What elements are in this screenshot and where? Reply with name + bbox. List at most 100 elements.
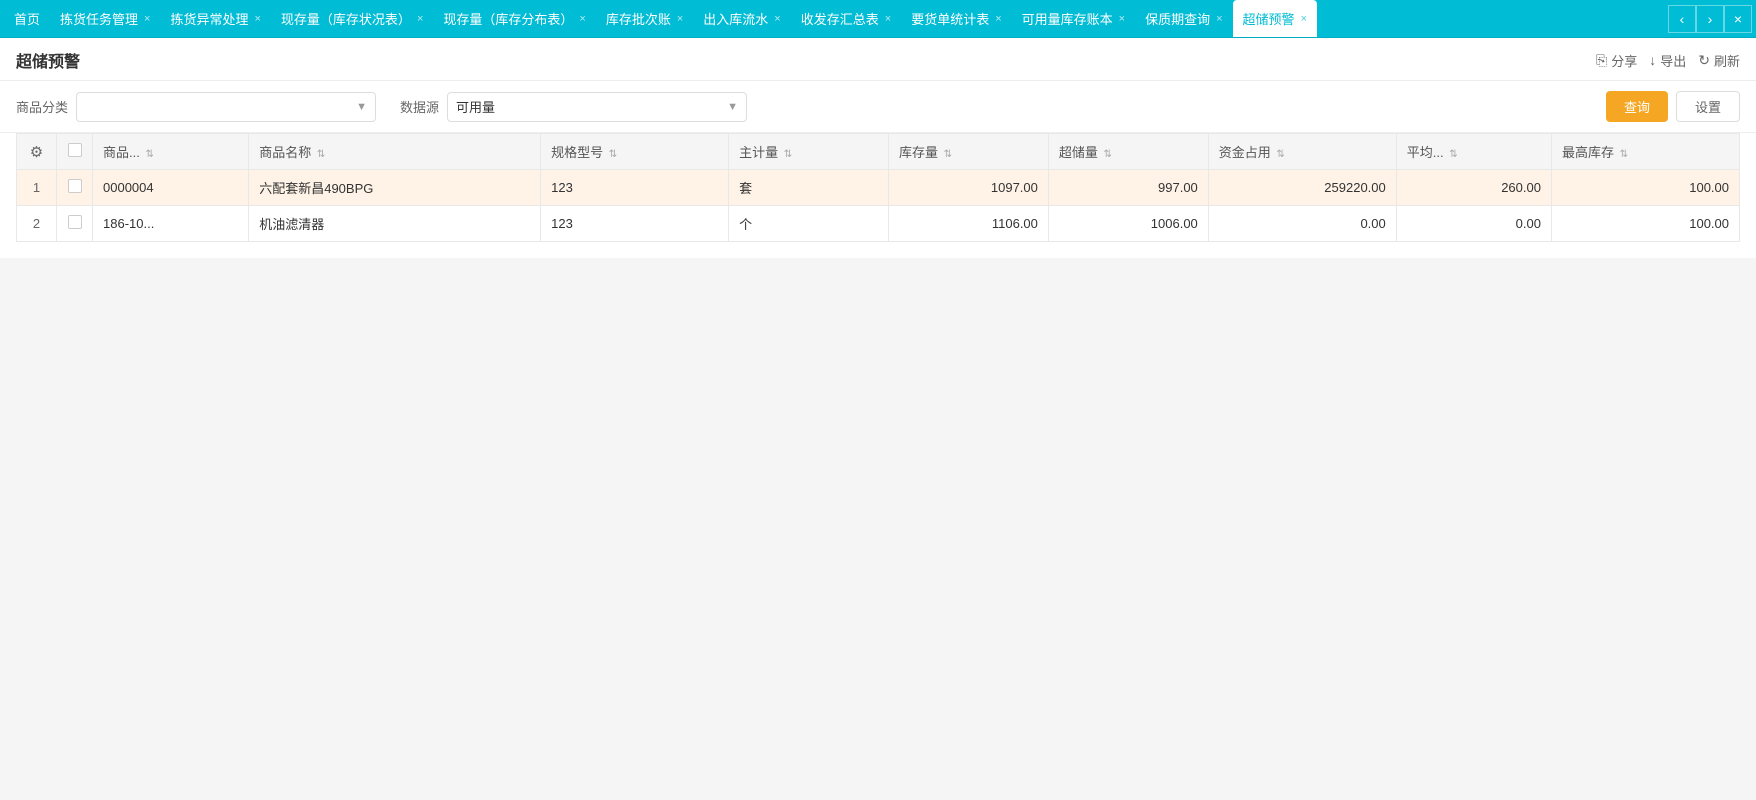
nav-item-1[interactable]: 拣货任务管理 × [50,0,160,38]
share-icon: ⎘ [1596,52,1607,69]
close-icon[interactable]: × [885,13,891,25]
close-icon[interactable]: × [774,13,780,25]
nav-bar: 首页 拣货任务管理 × 拣货异常处理 × 现存量（库存状况表） × 现存量（库存… [0,0,1756,38]
row-name: 六配套新昌490BPG [249,170,541,206]
row-capital: 0.00 [1208,206,1396,242]
page-title: 超储预警 [16,48,80,72]
nav-item-9[interactable]: 可用量库存账本 × [1012,0,1135,38]
sort-icon: ⇅ [784,149,792,160]
chevron-down-icon: ▼ [727,101,738,113]
nav-item-label: 收发存汇总表 [801,9,879,28]
category-select[interactable]: ▼ [76,92,376,122]
nav-item-label: 超储预警 [1243,9,1295,28]
filter-actions: 查询 设置 [1606,91,1740,122]
gear-icon[interactable]: ⚙ [27,143,46,161]
nav-right-arrow[interactable]: › [1696,5,1724,33]
close-icon[interactable]: × [1216,13,1222,25]
nav-item-label: 拣货任务管理 [60,9,138,28]
data-table: ⚙ 商品... ⇅ 商品名称 ⇅ 规格型号 ⇅ 主计量 [16,133,1740,242]
col-header-code[interactable]: 商品... ⇅ [93,134,249,170]
close-icon[interactable]: × [579,13,585,25]
row-checkbox[interactable] [68,215,82,229]
col-header-spec[interactable]: 规格型号 ⇅ [541,134,729,170]
datasource-select-value: 可用量 [456,97,495,116]
col-header-capital[interactable]: 资金占用 ⇅ [1208,134,1396,170]
nav-item-active[interactable]: 超储预警 × [1233,0,1317,38]
row-stock: 1106.00 [889,206,1049,242]
row-overstock: 1006.00 [1048,206,1208,242]
nav-item-10[interactable]: 保质期查询 × [1135,0,1232,38]
close-icon[interactable]: × [417,13,423,25]
row-avg: 260.00 [1396,170,1551,206]
nav-item-4[interactable]: 现存量（库存分布表） × [433,0,595,38]
col-header-overstock[interactable]: 超储量 ⇅ [1048,134,1208,170]
sort-icon: ⇅ [145,149,153,160]
nav-arrows: ‹ › × [1668,5,1752,33]
category-filter-group: 商品分类 ▼ [16,92,376,122]
main-content: ⚙ 商品... ⇅ 商品名称 ⇅ 规格型号 ⇅ 主计量 [0,133,1756,258]
sort-icon: ⇅ [1104,149,1112,160]
header-checkbox[interactable] [68,143,82,157]
query-button[interactable]: 查询 [1606,91,1668,122]
page-actions: ⎘ 分享 ↓ 导出 ↻ 刷新 [1596,51,1740,70]
nav-item-8[interactable]: 要货单统计表 × [901,0,1011,38]
row-avg: 0.00 [1396,206,1551,242]
row-name: 机油滤清器 [249,206,541,242]
sort-icon: ⇅ [1620,149,1628,160]
row-code: 186-10... [93,206,249,242]
nav-item-3[interactable]: 现存量（库存状况表） × [271,0,433,38]
col-header-name[interactable]: 商品名称 ⇅ [249,134,541,170]
page-header: 超储预警 ⎘ 分享 ↓ 导出 ↻ 刷新 [0,38,1756,81]
settings-header: ⚙ [17,134,57,170]
row-spec: 123 [541,206,729,242]
col-header-stock[interactable]: 库存量 ⇅ [889,134,1049,170]
export-button[interactable]: ↓ 导出 [1649,51,1686,70]
datasource-filter-group: 数据源 可用量 ▼ [400,92,747,122]
nav-item-6[interactable]: 出入库流水 × [693,0,790,38]
row-capital: 259220.00 [1208,170,1396,206]
close-icon[interactable]: × [1119,13,1125,25]
settings-button[interactable]: 设置 [1676,91,1740,122]
close-icon[interactable]: × [144,13,150,25]
row-code: 0000004 [93,170,249,206]
row-spec: 123 [541,170,729,206]
nav-left-arrow[interactable]: ‹ [1668,5,1696,33]
col-header-unit[interactable]: 主计量 ⇅ [729,134,889,170]
sort-icon: ⇅ [1276,149,1284,160]
row-checkbox[interactable] [68,179,82,193]
nav-item-2[interactable]: 拣货异常处理 × [160,0,270,38]
checkbox-header [57,134,93,170]
refresh-button[interactable]: ↻ 刷新 [1698,51,1740,70]
sort-icon: ⇅ [609,149,617,160]
close-icon[interactable]: × [1301,13,1307,25]
col-header-avg[interactable]: 平均... ⇅ [1396,134,1551,170]
row-overstock: 997.00 [1048,170,1208,206]
row-number: 2 [17,206,57,242]
nav-item-label: 现存量（库存分布表） [443,9,573,28]
datasource-filter-label: 数据源 [400,97,439,116]
share-button[interactable]: ⎘ 分享 [1596,51,1637,70]
nav-item-label: 首页 [14,9,40,28]
nav-item-label: 拣货异常处理 [170,9,248,28]
sort-icon: ⇅ [317,149,325,160]
row-max-stock: 100.00 [1551,206,1739,242]
nav-item-home[interactable]: 首页 [4,0,50,38]
col-header-max-stock[interactable]: 最高库存 ⇅ [1551,134,1739,170]
table-header-row: ⚙ 商品... ⇅ 商品名称 ⇅ 规格型号 ⇅ 主计量 [17,134,1740,170]
datasource-select[interactable]: 可用量 ▼ [447,92,747,122]
nav-more-button[interactable]: × [1724,5,1752,33]
row-checkbox-cell [57,170,93,206]
close-icon[interactable]: × [677,13,683,25]
row-number: 1 [17,170,57,206]
row-unit: 套 [729,170,889,206]
nav-item-label: 现存量（库存状况表） [281,9,411,28]
close-icon[interactable]: × [254,13,260,25]
filter-bar: 商品分类 ▼ 数据源 可用量 ▼ 查询 设置 [0,81,1756,133]
nav-item-7[interactable]: 收发存汇总表 × [791,0,901,38]
row-max-stock: 100.00 [1551,170,1739,206]
close-icon[interactable]: × [995,13,1001,25]
row-stock: 1097.00 [889,170,1049,206]
chevron-down-icon: ▼ [356,101,367,113]
nav-item-5[interactable]: 库存批次账 × [596,0,693,38]
export-icon: ↓ [1649,52,1656,68]
